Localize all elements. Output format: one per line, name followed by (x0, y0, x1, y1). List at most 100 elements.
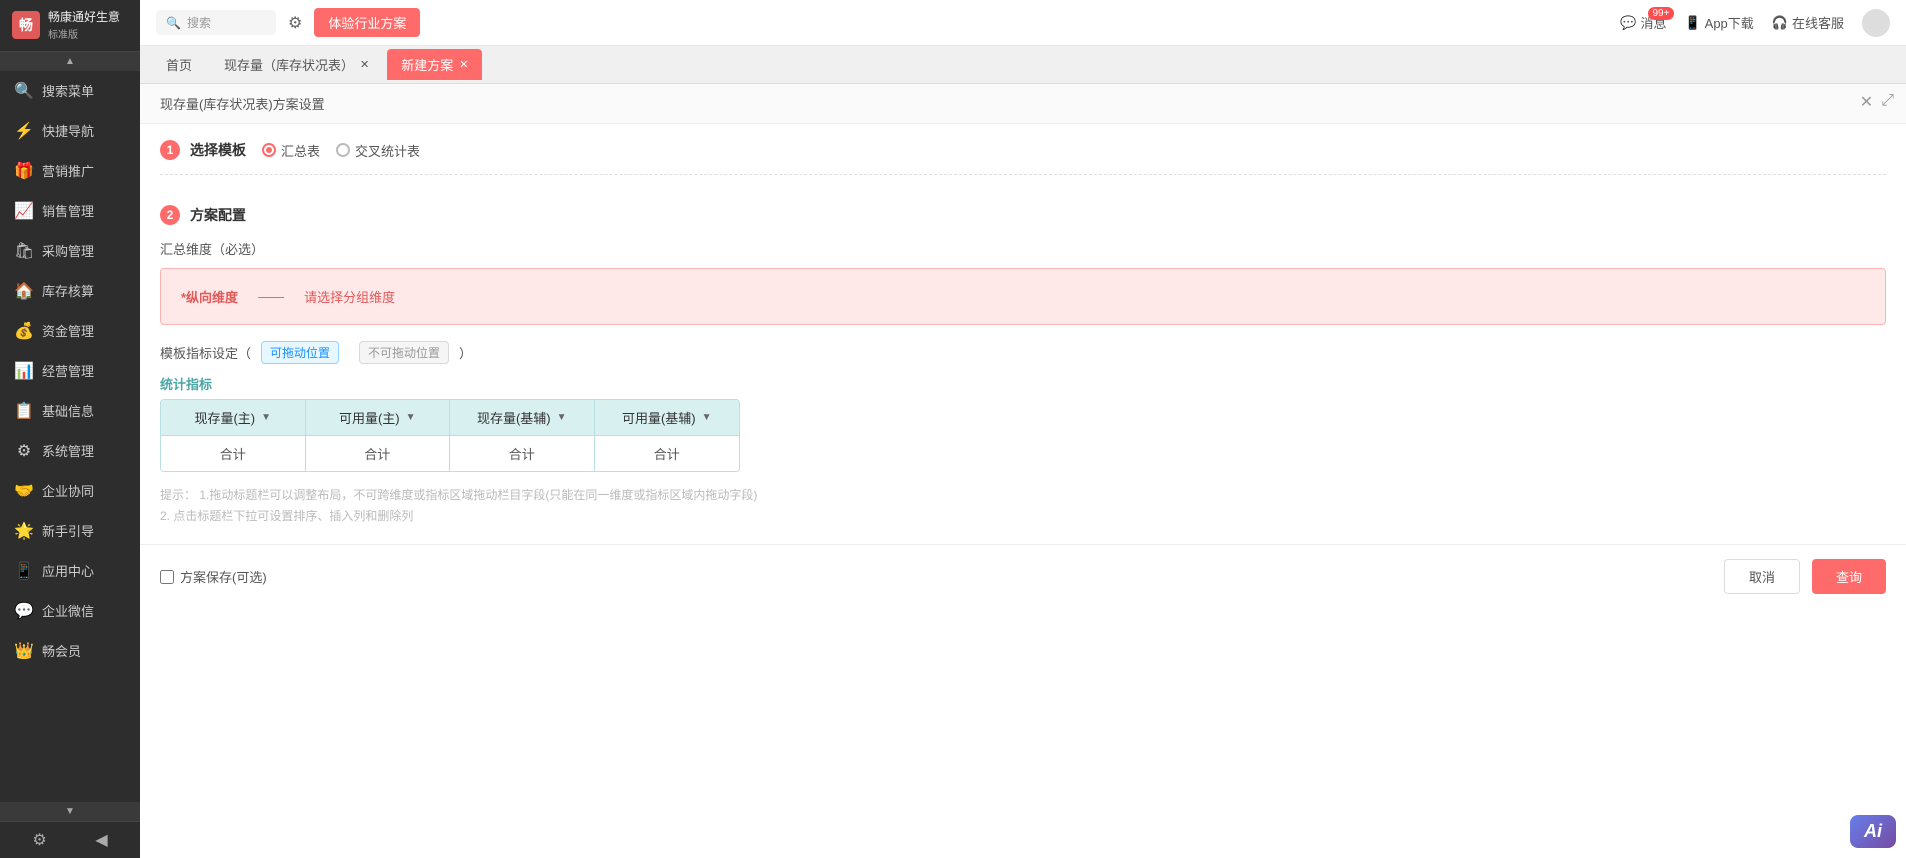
cancel-button[interactable]: 取消 (1724, 559, 1800, 594)
sidebar-item-label: 库存核算 (42, 281, 94, 300)
operations-icon: 📊 (14, 361, 34, 381)
sidebar-scroll-down[interactable]: ▼ (0, 802, 140, 821)
app-center-icon: 📱 (14, 561, 34, 581)
radio-cross[interactable]: 交叉统计表 (336, 141, 420, 160)
radio-summary[interactable]: 汇总表 (262, 141, 320, 160)
topbar-search[interactable]: 🔍 搜索 (156, 10, 276, 35)
sidebar-item-collab[interactable]: 🤝 企业协同 (0, 471, 140, 511)
expand-icon[interactable]: ⤢ (1881, 92, 1894, 112)
sidebar-nav: 🔍 搜索菜单 ⚡ 快捷导航 🎁 营销推广 📈 销售管理 🛍 采购管理 🏠 库存核… (0, 71, 140, 802)
guide-icon: 🌟 (14, 521, 34, 541)
settings-bottom-btn[interactable]: ⚙ (32, 830, 46, 850)
tips-section: 提示： 1.拖动标题栏可以调整布局，不可跨维度或指标区域拖动栏目字段(只能在同一… (160, 486, 1886, 524)
sidebar-item-inventory[interactable]: 🏠 库存核算 (0, 271, 140, 311)
draggable-badge: 可拖动位置 (261, 341, 339, 364)
chevron-icon-1: ▼ (406, 412, 416, 423)
logo-badge: 标准版 (48, 26, 120, 41)
message-icon: 💬 (1620, 15, 1636, 31)
col-label-0: 现存量(主) (194, 408, 255, 427)
footer-buttons: 取消 查询 (1724, 559, 1886, 594)
step1-header: 1 选择模板 汇总表 交叉统计表 (160, 140, 1886, 160)
sidebar-item-quicknav[interactable]: ⚡ 快捷导航 (0, 111, 140, 151)
message-badge[interactable]: 💬 消息 99+ (1620, 13, 1666, 32)
query-button[interactable]: 查询 (1812, 559, 1886, 594)
tab-new-scheme[interactable]: 新建方案 ✕ (387, 49, 482, 80)
save-checkbox[interactable] (160, 570, 174, 584)
app-download-label: App下载 (1705, 13, 1754, 32)
sales-icon: 📈 (14, 201, 34, 221)
col-label-2: 现存量(基辅) (477, 408, 551, 427)
finance-icon: 💰 (14, 321, 34, 341)
metrics-setting-label: 模板指标设定（ (160, 343, 251, 362)
save-label: 方案保存(可选) (180, 567, 267, 586)
sidebar-item-label: 基础信息 (42, 401, 94, 420)
panel-header: 现存量(库存状况表)方案设置 ✕ ⤢ (140, 84, 1906, 124)
collab-icon: 🤝 (14, 481, 34, 501)
template-radio-group: 汇总表 交叉统计表 (262, 141, 420, 160)
step1-label: 选择模板 (190, 140, 246, 160)
radio-summary-dot (262, 143, 276, 157)
stats-cell-0-1: 合计 (306, 436, 451, 471)
main-panel: 现存量(库存状况表)方案设置 ✕ ⤢ 1 选择模板 汇总表 (140, 84, 1906, 858)
system-icon: ⚙ (14, 441, 34, 461)
sidebar-item-member[interactable]: 👑 畅会员 (0, 631, 140, 671)
tab-inventory-close[interactable]: ✕ (360, 58, 369, 71)
col-header-1[interactable]: 可用量(主) ▼ (306, 400, 451, 435)
tab-inventory[interactable]: 现存量（库存状况表） ✕ (210, 49, 383, 80)
col-header-2[interactable]: 现存量(基辅) ▼ (450, 400, 595, 435)
stats-table: 现存量(主) ▼ 可用量(主) ▼ 现存量(基辅) ▼ 可用量(基辅) (160, 399, 740, 472)
vertical-dim-placeholder: 请选择分组维度 (304, 287, 395, 306)
logo-text-block: 畅康通好生意 标准版 (48, 10, 120, 41)
sidebar-item-finance[interactable]: 💰 资金管理 (0, 311, 140, 351)
col-header-0[interactable]: 现存量(主) ▼ (161, 400, 306, 435)
logo-name: 畅康通好生意 (48, 10, 120, 26)
dim-box[interactable]: *纵向维度 —— 请选择分组维度 (160, 268, 1886, 325)
step1-section: 1 选择模板 汇总表 交叉统计表 (140, 124, 1906, 205)
close-icon[interactable]: ✕ (1860, 92, 1873, 112)
tab-new-scheme-label: 新建方案 (401, 55, 453, 74)
gear-icon-topbar[interactable]: ⚙ (288, 13, 302, 33)
sidebar-logo: 畅 畅康通好生意 标准版 (0, 0, 140, 52)
quick-nav-icon: ⚡ (14, 121, 34, 141)
sidebar-item-guide[interactable]: 🌟 新手引导 (0, 511, 140, 551)
sidebar-scroll-up[interactable]: ▲ (0, 52, 140, 71)
tip-1: 提示： 1.拖动标题栏可以调整布局，不可跨维度或指标区域拖动栏目字段(只能在同一… (160, 486, 1886, 503)
wechat-icon: 💬 (14, 601, 34, 621)
logo-icon: 畅 (12, 11, 40, 39)
sidebar-item-operations[interactable]: 📊 经营管理 (0, 351, 140, 391)
col-header-3[interactable]: 可用量(基辅) ▼ (595, 400, 740, 435)
tab-home[interactable]: 首页 (152, 49, 206, 80)
sidebar-item-app-center[interactable]: 📱 应用中心 (0, 551, 140, 591)
marketing-icon: 🎁 (14, 161, 34, 181)
panel-title: 现存量(库存状况表)方案设置 (160, 97, 325, 112)
customer-service-label: 在线客服 (1792, 13, 1844, 32)
col-label-1: 可用量(主) (339, 408, 400, 427)
trial-btn[interactable]: 体验行业方案 (314, 8, 420, 37)
customer-service-link[interactable]: 🎧 在线客服 (1772, 13, 1844, 32)
user-avatar[interactable] (1862, 9, 1890, 37)
summary-dim-label: 汇总维度（必选） (160, 239, 1886, 258)
sidebar-item-search[interactable]: 🔍 搜索菜单 (0, 71, 140, 111)
sidebar-item-marketing[interactable]: 🎁 营销推广 (0, 151, 140, 191)
stats-cell-0-3: 合计 (595, 436, 740, 471)
page-footer: 方案保存(可选) 取消 查询 (140, 544, 1906, 608)
tab-new-scheme-close[interactable]: ✕ (459, 58, 468, 71)
vertical-dim-required: *纵向维度 (181, 287, 238, 306)
stats-cell-0-2: 合计 (450, 436, 595, 471)
sidebar-bottom: ⚙ ◀ (0, 821, 140, 858)
inventory-icon: 🏠 (14, 281, 34, 301)
topbar: 🔍 搜索 ⚙ 体验行业方案 💬 消息 99+ 📱 App下载 🎧 在线客服 (140, 0, 1906, 46)
app-download-link[interactable]: 📱 App下载 (1684, 13, 1753, 32)
sidebar-item-purchase[interactable]: 🛍 采购管理 (0, 231, 140, 271)
sidebar-item-sales[interactable]: 📈 销售管理 (0, 191, 140, 231)
message-count: 99+ (1648, 7, 1675, 20)
search-icon: 🔍 (14, 81, 34, 101)
sidebar-item-label: 畅会员 (42, 641, 81, 660)
sidebar-item-system[interactable]: ⚙ 系统管理 (0, 431, 140, 471)
step2-num: 2 (160, 205, 180, 225)
ai-badge[interactable]: Ai (1850, 815, 1896, 848)
sidebar-item-wechat[interactable]: 💬 企业微信 (0, 591, 140, 631)
stats-cell-0-0: 合计 (161, 436, 306, 471)
collapse-btn[interactable]: ◀ (95, 830, 107, 850)
sidebar-item-basic-info[interactable]: 📋 基础信息 (0, 391, 140, 431)
